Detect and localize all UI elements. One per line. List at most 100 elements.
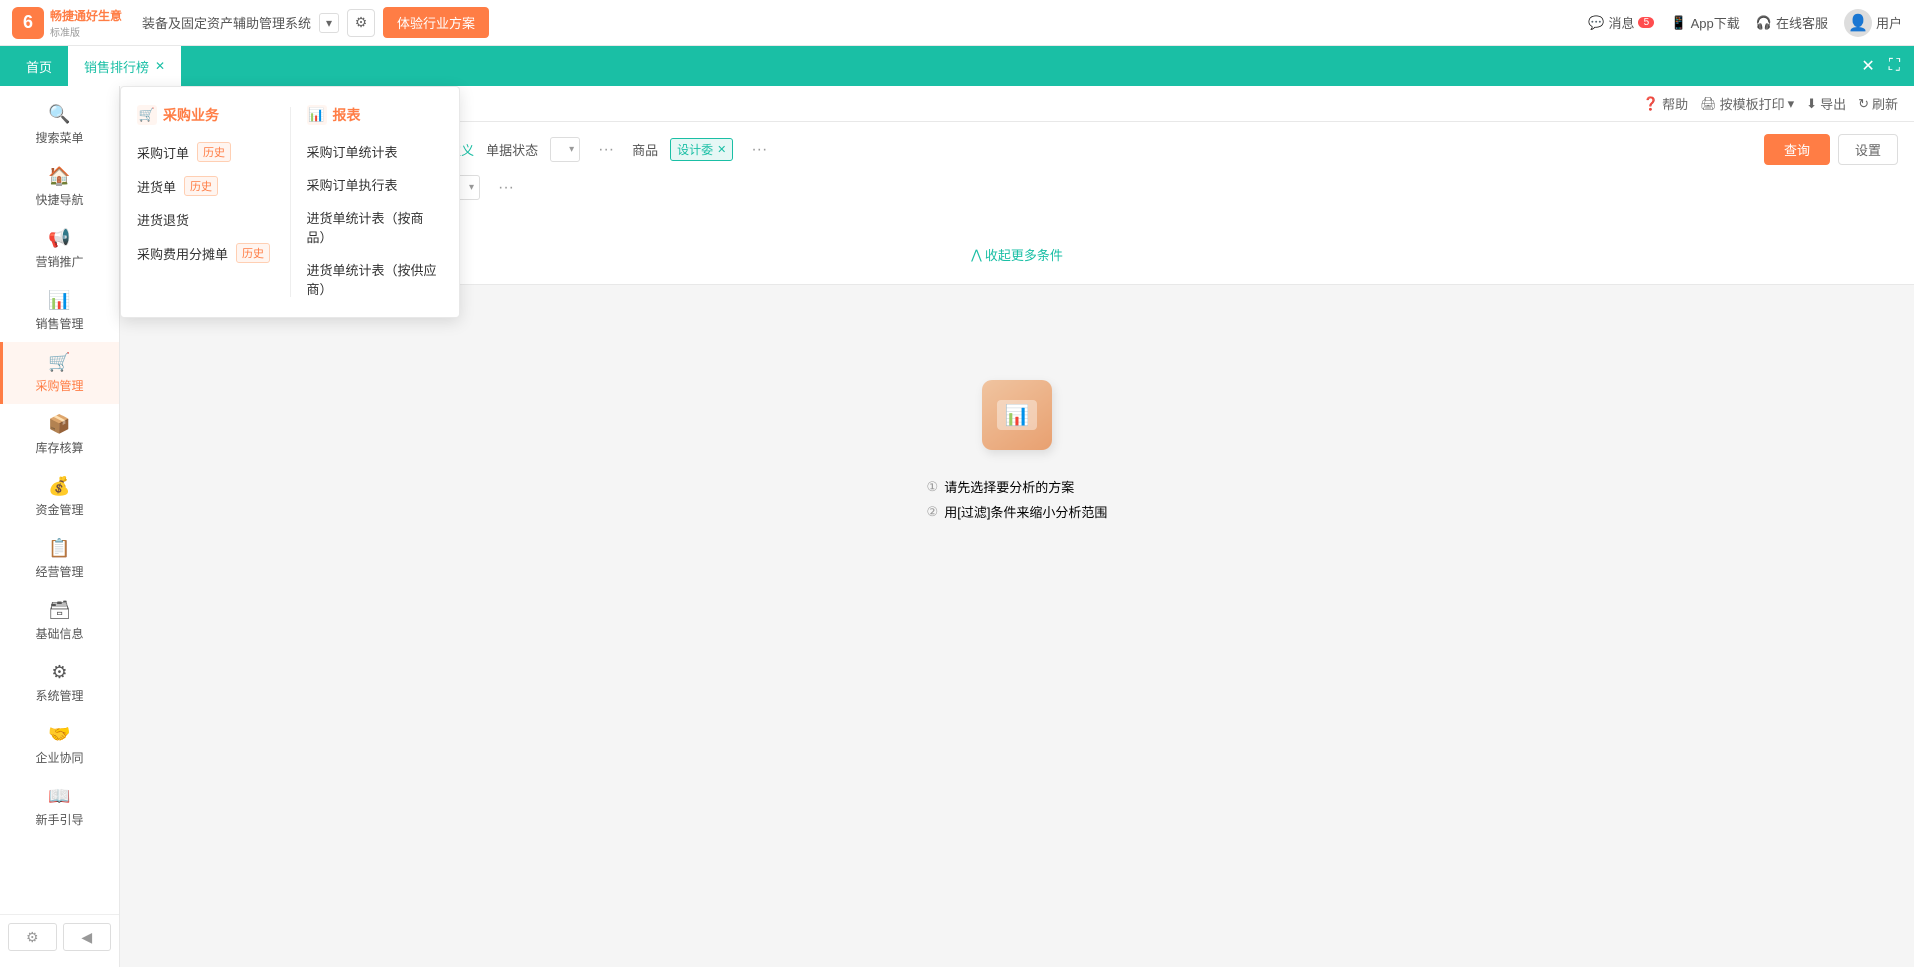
purchase-dropdown-menu: 🛒 采购业务 采购订单 历史 进货单 历史 进货退货 采购费用分摊单 历史: [120, 86, 460, 318]
tab-bar: 首页 销售排行榜 ✕ ✕ ⛶: [0, 46, 1914, 86]
dropdown-item-purchase-fee[interactable]: 采购费用分摊单 历史: [129, 236, 282, 270]
empty-hint-1-text: 请先选择要分析的方案: [944, 477, 1074, 496]
purchase-section-title: 采购业务: [163, 105, 219, 125]
sidebar-item-marketing[interactable]: 📢 营销推广: [0, 218, 119, 280]
finance-icon: 💰: [48, 476, 70, 497]
tab-close-icon[interactable]: ✕: [155, 59, 165, 73]
sidebar-item-sales[interactable]: 📊 销售管理: [0, 280, 119, 342]
sidebar-item-inventory[interactable]: 📦 库存核算: [0, 404, 119, 466]
report-section-title: 报表: [333, 105, 361, 125]
sidebar-item-system[interactable]: ⚙ 系统管理: [0, 652, 119, 714]
doc-status-select[interactable]: [550, 137, 580, 162]
dropdown-item-inbound-stat-supplier[interactable]: 进货单统计表（按供应商）: [299, 253, 452, 305]
search-icon: 🔍: [48, 104, 70, 125]
dropdown-item-return[interactable]: 进货退货: [129, 203, 282, 236]
system-title-area: 装备及固定资产辅助管理系统 ▾ ⚙ 体验行业方案: [142, 7, 1578, 38]
dropdown-item-purchase-order-exec[interactable]: 采购订单执行表: [299, 168, 452, 201]
print-btn[interactable]: 🖨 按模板打印 ▾: [1700, 94, 1794, 113]
query-btn[interactable]: 查询: [1764, 134, 1830, 165]
sidebar-item-quick-nav[interactable]: 🏠 快捷导航: [0, 156, 119, 218]
tab-sales-rank[interactable]: 销售排行榜 ✕: [68, 46, 181, 86]
notification-btn[interactable]: 💬 消息 5: [1588, 13, 1654, 32]
sidebar-settings-btn[interactable]: ⚙: [8, 923, 57, 951]
system-icon: ⚙: [51, 662, 67, 683]
empty-state: 📊 ① 请先选择要分析的方案 ② 用[过滤]条件来缩小分析范围: [120, 285, 1914, 601]
refresh-btn[interactable]: ↻ 刷新: [1858, 94, 1898, 113]
sales-icon: 📊: [48, 290, 70, 311]
dropdown-purchase-order-label: 采购订单: [137, 143, 189, 162]
print-dropdown-icon: ▾: [1788, 96, 1795, 112]
doc-status-label: 单据状态: [486, 140, 538, 159]
report-section-icon: 📊: [307, 105, 327, 125]
dropdown-purchase-order-exec-label: 采购订单执行表: [307, 175, 398, 194]
sidebar-item-operation[interactable]: 📋 经营管理: [0, 528, 119, 590]
tab-maximize-icon[interactable]: ⛶: [1885, 53, 1904, 79]
empty-hints: ① 请先选择要分析的方案 ② 用[过滤]条件来缩小分析范围: [927, 477, 1108, 521]
logo-text-block: 畅捷通好生意 标准版: [50, 7, 122, 39]
gear-btn[interactable]: ⚙: [347, 9, 375, 37]
message-icon: 💬: [1588, 15, 1604, 31]
online-support-btn[interactable]: 🎧 在线客服: [1756, 13, 1828, 32]
system-dropdown-btn[interactable]: ▾: [319, 13, 339, 33]
cooperation-icon: 🤝: [48, 724, 70, 745]
sidebar-item-cooperation[interactable]: 🤝 企业协同: [0, 714, 119, 776]
history-tag-2: 历史: [184, 176, 218, 196]
dropdown-item-inbound[interactable]: 进货单 历史: [129, 169, 282, 203]
export-icon: ⬇: [1806, 96, 1817, 112]
sidebar-item-search[interactable]: 🔍 搜索菜单: [0, 94, 119, 156]
sidebar-item-finance[interactable]: 💰 资金管理: [0, 466, 119, 528]
sidebar-item-purchase[interactable]: 🛒 采购管理: [0, 342, 119, 404]
goods-tag-remove[interactable]: ✕: [717, 143, 726, 156]
avatar: 👤: [1844, 9, 1872, 37]
logo-badge: 标准版: [50, 24, 122, 39]
goods-tag-value: 设计委: [677, 141, 713, 158]
sidebar-collapse-btn[interactable]: ◀: [63, 923, 112, 951]
goods-dots[interactable]: ···: [745, 139, 773, 161]
notification-badge: 5: [1638, 17, 1654, 28]
dropdown-purchase-col: 🛒 采购业务 采购订单 历史 进货单 历史 进货退货 采购费用分摊单 历史: [121, 99, 290, 305]
inventory-icon: 📦: [48, 414, 70, 435]
sidebar-item-basic[interactable]: 🗃 基础信息: [0, 590, 119, 652]
help-btn[interactable]: ❓ 帮助: [1643, 94, 1688, 113]
dropdown-purchase-fee-label: 采购费用分摊单: [137, 244, 228, 263]
app-download-btn[interactable]: 📱 App下载: [1670, 13, 1739, 32]
sidebar-item-guide[interactable]: 📖 新手引导: [0, 776, 119, 838]
tab-close-all-icon[interactable]: ✕: [1857, 52, 1878, 80]
tab-home[interactable]: 首页: [10, 46, 68, 86]
dropdown-item-purchase-order[interactable]: 采购订单 历史: [129, 135, 282, 169]
logo-area: 6 畅捷通好生意 标准版: [12, 7, 132, 39]
empty-illustration: 📊: [967, 365, 1067, 465]
tab-bar-right: ✕ ⛶: [1857, 52, 1904, 80]
dropdown-inbound-label: 进货单: [137, 177, 176, 196]
print-icon: 🖨: [1700, 96, 1717, 112]
home-icon: 🏠: [48, 166, 70, 187]
dropdown-return-label: 进货退货: [137, 210, 189, 229]
settings-btn[interactable]: 设置: [1838, 134, 1898, 165]
action-btns: 查询 设置: [1764, 134, 1898, 165]
export-btn[interactable]: ⬇ 导出: [1806, 94, 1846, 113]
history-tag-1: 历史: [197, 142, 231, 162]
doc-status-select-wrapper: ▾: [550, 137, 580, 162]
logo-icon: 6: [12, 7, 44, 39]
empty-hint-2: ② 用[过滤]条件来缩小分析范围: [927, 502, 1108, 521]
dropdown-item-inbound-stat-goods[interactable]: 进货单统计表（按商品）: [299, 201, 452, 253]
empty-hint-1: ① 请先选择要分析的方案: [927, 477, 1108, 496]
top-header: 6 畅捷通好生意 标准版 装备及固定资产辅助管理系统 ▾ ⚙ 体验行业方案 💬 …: [0, 0, 1914, 46]
user-btn[interactable]: 👤 用户: [1844, 9, 1902, 37]
basic-icon: 🗃: [48, 600, 71, 621]
doc-status-dots[interactable]: ···: [592, 139, 620, 161]
sidebar-bottom: ⚙ ◀: [0, 914, 119, 959]
goods-tag: 设计委 ✕: [670, 138, 733, 161]
purchase-section-icon: 🛒: [137, 105, 157, 125]
logo-main-text: 畅捷通好生意: [50, 7, 122, 24]
empty-hint-2-text: 用[过滤]条件来缩小分析范围: [944, 502, 1107, 521]
dropdown-inbound-stat-supplier-label: 进货单统计表（按供应商）: [307, 260, 444, 298]
dropdown-report-header: 📊 报表: [299, 99, 452, 135]
dropdown-item-purchase-order-stat[interactable]: 采购订单统计表: [299, 135, 452, 168]
salesperson-dots[interactable]: ···: [492, 177, 520, 199]
phone-icon: 📱: [1670, 15, 1686, 31]
purchase-icon: 🛒: [48, 352, 70, 373]
industry-btn[interactable]: 体验行业方案: [383, 7, 489, 38]
header-right: 💬 消息 5 📱 App下载 🎧 在线客服 👤 用户: [1588, 9, 1902, 37]
history-tag-3: 历史: [236, 243, 270, 263]
